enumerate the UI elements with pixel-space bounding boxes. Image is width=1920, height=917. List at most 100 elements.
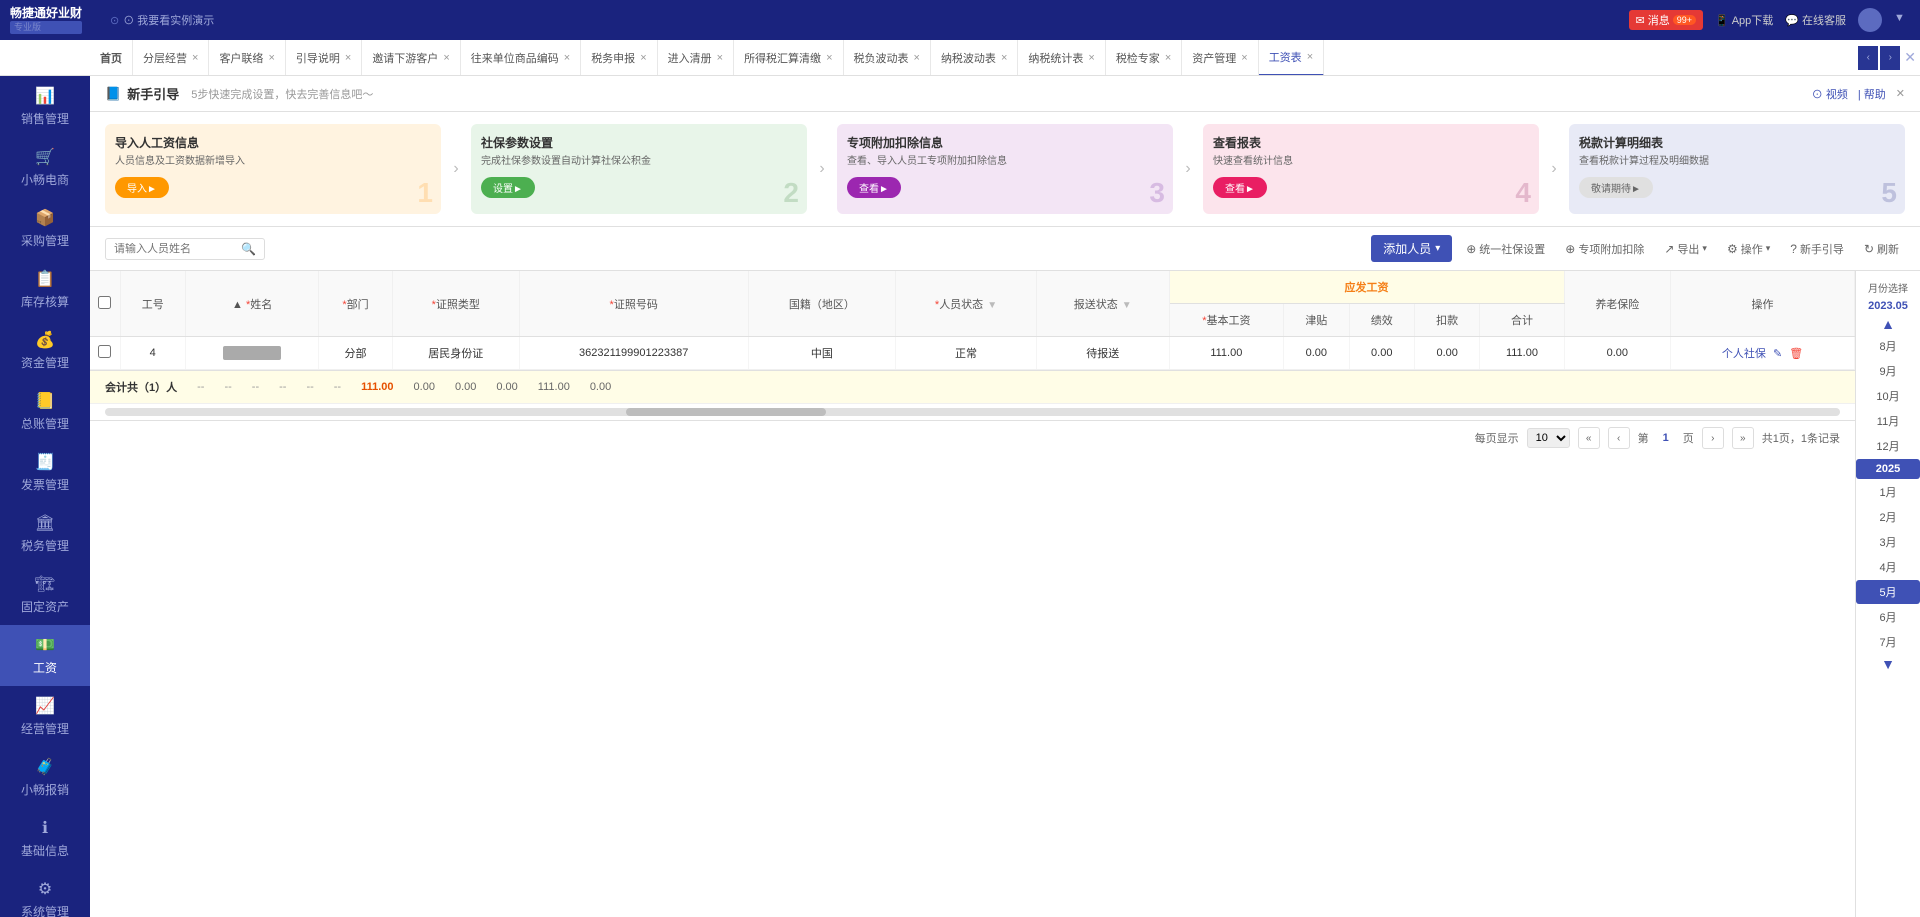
month-12[interactable]: 12月: [1856, 434, 1920, 458]
month-10[interactable]: 10月: [1856, 384, 1920, 408]
tab-close-nashui[interactable]: ×: [1001, 52, 1007, 64]
tab-close-yaoqing[interactable]: ×: [443, 52, 449, 64]
tab-close-yindao[interactable]: ×: [345, 52, 351, 64]
month-1[interactable]: 1月: [1856, 480, 1920, 504]
month-6[interactable]: 6月: [1856, 605, 1920, 629]
tab-fenceng[interactable]: 分层经营 ×: [133, 40, 209, 76]
tab-qingce[interactable]: 进入清册 ×: [658, 40, 734, 76]
search-box[interactable]: 🔍: [105, 238, 265, 260]
guide-help-link[interactable]: | 帮助: [1858, 86, 1886, 102]
tab-close-gongzi[interactable]: ×: [1307, 51, 1313, 63]
toolbar-action-special[interactable]: ⊕ 专项附加扣除: [1559, 237, 1650, 261]
notification-button[interactable]: ✉ 消息 99+: [1629, 10, 1704, 30]
user-menu[interactable]: ▼: [1894, 12, 1910, 28]
tab-shufu[interactable]: 税负波动表 ×: [844, 40, 931, 76]
scroll-thumb[interactable]: [626, 408, 826, 416]
sidebar-item-purchase[interactable]: 📦 采购管理: [0, 198, 90, 259]
tab-shuiwu[interactable]: 税务申报 ×: [581, 40, 657, 76]
status-filter-icon[interactable]: ▼: [987, 300, 997, 311]
sidebar-item-inventory[interactable]: 📋 库存核算: [0, 259, 90, 320]
guide-video-link[interactable]: ⊙ 视频: [1812, 86, 1848, 102]
step-5: 税款计算明细表 查看税款计算过程及明细数据 敬请期待► 5: [1569, 124, 1905, 214]
row-nationality: 中国: [748, 337, 896, 370]
step-3-btn[interactable]: 查看►: [847, 177, 901, 198]
sidebar-item-finance[interactable]: 💰 资金管理: [0, 320, 90, 381]
guide-close[interactable]: ✕: [1896, 87, 1905, 100]
tab-close-kehu[interactable]: ×: [268, 52, 274, 64]
tab-home[interactable]: 首页: [90, 40, 133, 76]
last-page-btn[interactable]: »: [1732, 427, 1754, 449]
scroll-bar[interactable]: [105, 408, 1840, 416]
tab-yindao[interactable]: 引导说明 ×: [286, 40, 362, 76]
month-11[interactable]: 11月: [1856, 409, 1920, 433]
add-person-button[interactable]: 添加人员 ▾: [1371, 235, 1452, 262]
tab-close-wanglai[interactable]: ×: [564, 52, 570, 64]
tab-close-nashuistat[interactable]: ×: [1088, 52, 1094, 64]
sidebar-item-operations[interactable]: 📈 经营管理: [0, 686, 90, 747]
search-input[interactable]: [114, 243, 237, 255]
per-page-select[interactable]: 10 20 50: [1527, 428, 1570, 448]
sidebar-item-ecommerce[interactable]: 🛒 小畅电商: [0, 137, 90, 198]
first-page-btn[interactable]: «: [1578, 427, 1600, 449]
close-all-tabs[interactable]: ✕: [1900, 49, 1920, 66]
toolbar-action-guide[interactable]: ? 新手引导: [1784, 237, 1850, 261]
month-2[interactable]: 2月: [1856, 505, 1920, 529]
tab-kehu[interactable]: 客户联络 ×: [209, 40, 285, 76]
tab-yaoqing[interactable]: 邀请下游客户 ×: [362, 40, 460, 76]
tab-close-zichan[interactable]: ×: [1241, 52, 1247, 64]
action-edit[interactable]: ✎: [1773, 348, 1782, 360]
row-checkbox[interactable]: [98, 345, 111, 358]
tab-close-suode[interactable]: ×: [826, 52, 832, 64]
month-up-btn[interactable]: ▲: [1879, 314, 1897, 334]
app-download-button[interactable]: 📱 App下载: [1715, 12, 1773, 28]
tab-nav-arrows[interactable]: ‹ ›: [1858, 46, 1900, 70]
select-all-checkbox[interactable]: [98, 296, 111, 309]
step-2-btn[interactable]: 设置►: [481, 177, 535, 198]
tab-next-arrow[interactable]: ›: [1880, 46, 1900, 70]
sidebar-item-ledger[interactable]: 📒 总账管理: [0, 381, 90, 442]
avatar[interactable]: [1858, 8, 1882, 32]
month-4[interactable]: 4月: [1856, 555, 1920, 579]
month-8[interactable]: 8月: [1856, 334, 1920, 358]
sidebar-item-invoice[interactable]: 🧾 发票管理: [0, 442, 90, 503]
toolbar-action-social[interactable]: ⊕ 统一社保设置: [1460, 237, 1551, 261]
toolbar-action-refresh[interactable]: ↻ 刷新: [1858, 237, 1905, 261]
month-9[interactable]: 9月: [1856, 359, 1920, 383]
tab-gongzi[interactable]: 工资表 ×: [1259, 40, 1324, 76]
action-delete[interactable]: 🗑: [1789, 348, 1803, 360]
tab-shuijian[interactable]: 税检专家 ×: [1106, 40, 1182, 76]
prev-page-btn[interactable]: ‹: [1608, 427, 1630, 449]
month-5[interactable]: 5月: [1856, 580, 1920, 604]
step-4-btn[interactable]: 查看►: [1213, 177, 1267, 198]
tab-wanglai[interactable]: 往来单位商品编码 ×: [461, 40, 581, 76]
month-down-btn[interactable]: ▼: [1879, 654, 1897, 674]
tab-close-shufu[interactable]: ×: [914, 52, 920, 64]
step-5-btn[interactable]: 敬请期待►: [1579, 177, 1653, 198]
report-filter-icon[interactable]: ▼: [1122, 300, 1132, 311]
tab-zichan[interactable]: 资产管理 ×: [1182, 40, 1258, 76]
sidebar-item-assets[interactable]: 🏗 固定资产: [0, 564, 90, 625]
tab-prev-arrow[interactable]: ‹: [1858, 46, 1878, 70]
demo-link[interactable]: ⊙ ⊙ 我要看实例演示: [100, 12, 224, 28]
sidebar-item-payroll[interactable]: 💵 工资: [0, 625, 90, 686]
step-1-btn[interactable]: 导入►: [115, 177, 169, 198]
sidebar-item-basic[interactable]: ℹ 基础信息: [0, 808, 90, 869]
sidebar-item-sales[interactable]: 📊 销售管理: [0, 76, 90, 137]
tab-close-fenceng[interactable]: ×: [192, 52, 198, 64]
next-page-btn[interactable]: ›: [1702, 427, 1724, 449]
tab-close-qingce[interactable]: ×: [717, 52, 723, 64]
sidebar-item-expense[interactable]: 🧳 小畅报销: [0, 747, 90, 808]
month-7[interactable]: 7月: [1856, 630, 1920, 654]
tab-nashuistat[interactable]: 纳税统计表 ×: [1018, 40, 1105, 76]
toolbar-action-export[interactable]: ↗ 导出 ▾: [1658, 237, 1713, 261]
sidebar-item-tax[interactable]: 🏛 税务管理: [0, 503, 90, 564]
month-3[interactable]: 3月: [1856, 530, 1920, 554]
tab-close-shuiwu[interactable]: ×: [640, 52, 646, 64]
tab-suode[interactable]: 所得税汇算清缴 ×: [734, 40, 843, 76]
tab-nashui[interactable]: 纳税波动表 ×: [931, 40, 1018, 76]
sidebar-item-system[interactable]: ⚙ 系统管理: [0, 869, 90, 917]
toolbar-action-ops[interactable]: ⚙ 操作 ▾: [1721, 237, 1776, 261]
tab-close-shuijian[interactable]: ×: [1165, 52, 1171, 64]
online-service-button[interactable]: 💬 在线客服: [1785, 12, 1846, 28]
action-social[interactable]: 个人社保: [1722, 348, 1766, 360]
